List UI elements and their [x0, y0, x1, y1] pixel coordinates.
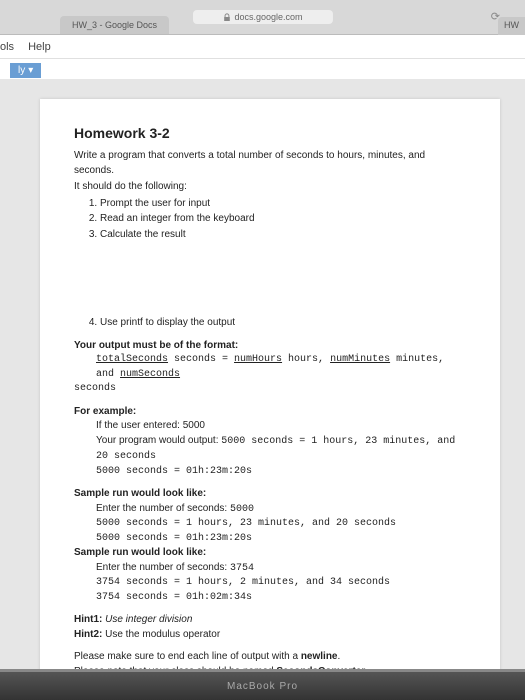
docs-menu-bar: ols Help	[0, 35, 525, 59]
hint2: Hint2: Use the modulus operator	[74, 628, 466, 643]
s1-line1-prefix: Enter the number of seconds:	[96, 503, 230, 514]
footer2-c: .	[365, 666, 368, 669]
step-4: Use printf to display the output	[100, 316, 466, 331]
footer-line1: Please make sure to end each line of out…	[74, 650, 466, 665]
s2-line1: Enter the number of seconds: 3754	[96, 561, 466, 577]
browser-chrome: HW_3 - Google Docs docs.google.com ⟳ HW	[0, 0, 525, 35]
footer1-c: .	[338, 651, 341, 662]
fmt-txt1: seconds =	[168, 354, 234, 365]
format-heading: Your output must be of the format:	[74, 339, 466, 354]
steps-list: Prompt the user for input Read an intege…	[100, 197, 466, 243]
url-text: docs.google.com	[234, 12, 302, 22]
browser-tab-1[interactable]: HW_3 - Google Docs	[60, 16, 169, 34]
hint1: Hint1: Use integer division	[74, 613, 466, 628]
ex-line3: 5000 seconds = 01h:23m:20s	[96, 465, 466, 480]
s1-line3: 5000 seconds = 01h:23m:20s	[96, 532, 466, 547]
browser-tab-partial-right[interactable]: HW	[498, 17, 525, 35]
s1-line1: Enter the number of seconds: 5000	[96, 502, 466, 518]
tab-bar: HW_3 - Google Docs	[60, 0, 171, 34]
intro-line-1: Write a program that converts a total nu…	[74, 149, 466, 178]
fmt-numminutes: numMinutes	[330, 354, 390, 365]
only-label: ly	[18, 65, 25, 76]
fmt-totalseconds: totalSeconds	[96, 354, 168, 365]
format-line-2: seconds	[74, 382, 466, 397]
s2-line1-prefix: Enter the number of seconds:	[96, 562, 230, 573]
footer1-b: newline	[301, 651, 338, 662]
fmt-txt2: hours,	[282, 354, 330, 365]
doc-title: Homework 3-2	[74, 123, 466, 143]
footer2-b: SecondsConverter	[276, 666, 365, 669]
document-page[interactable]: Homework 3-2 Write a program that conver…	[40, 99, 500, 669]
address-bar[interactable]: docs.google.com	[192, 10, 332, 24]
fmt-numseconds: numSeconds	[120, 369, 180, 380]
fmt-numhours: numHours	[234, 354, 282, 365]
footer1-a: Please make sure to end each line of out…	[74, 651, 301, 662]
menu-item-help[interactable]: Help	[28, 41, 51, 53]
format-line: totalSeconds seconds = numHours hours, n…	[96, 353, 466, 382]
ex-line1: If the user entered: 5000	[96, 419, 466, 434]
s1-line2: 5000 seconds = 1 hours, 23 minutes, and …	[96, 517, 466, 532]
s1-line1-val: 5000	[230, 504, 254, 515]
s2-line2: 3754 seconds = 1 hours, 2 minutes, and 3…	[96, 576, 466, 591]
step-1: Prompt the user for input	[100, 197, 466, 212]
ex-line2-prefix: Your program would output:	[96, 435, 221, 446]
example-heading: For example:	[74, 405, 466, 420]
s2-line3: 3754 seconds = 01h:02m:34s	[96, 591, 466, 606]
sample2-heading: Sample run would look like:	[74, 546, 466, 561]
hint2-label: Hint2:	[74, 629, 102, 640]
macbook-label: MacBook Pro	[0, 672, 525, 700]
step-2: Read an integer from the keyboard	[100, 212, 466, 227]
sample1-heading: Sample run would look like:	[74, 487, 466, 502]
footer2-a: Please note that your class should be na…	[74, 666, 276, 669]
docs-secondary-bar: ly ▾	[0, 59, 525, 79]
menu-item-tools-partial[interactable]: ols	[0, 41, 14, 53]
only-button-partial[interactable]: ly ▾	[10, 63, 41, 78]
hint1-label: Hint1:	[74, 614, 102, 625]
hint1-text: Use integer division	[102, 614, 192, 625]
caret-down-icon: ▾	[28, 65, 33, 76]
hint2-text: Use the modulus operator	[102, 629, 220, 640]
step-3: Calculate the result	[100, 228, 466, 243]
steps-list-cont: Use printf to display the output	[100, 316, 466, 331]
lock-icon	[222, 13, 230, 21]
s2-line1-val: 3754	[230, 563, 254, 574]
ex-line2: Your program would output: 5000 seconds …	[96, 434, 466, 465]
footer-line2: Please note that your class should be na…	[74, 665, 466, 669]
document-canvas: Homework 3-2 Write a program that conver…	[0, 79, 525, 669]
intro-line-2: It should do the following:	[74, 180, 466, 195]
